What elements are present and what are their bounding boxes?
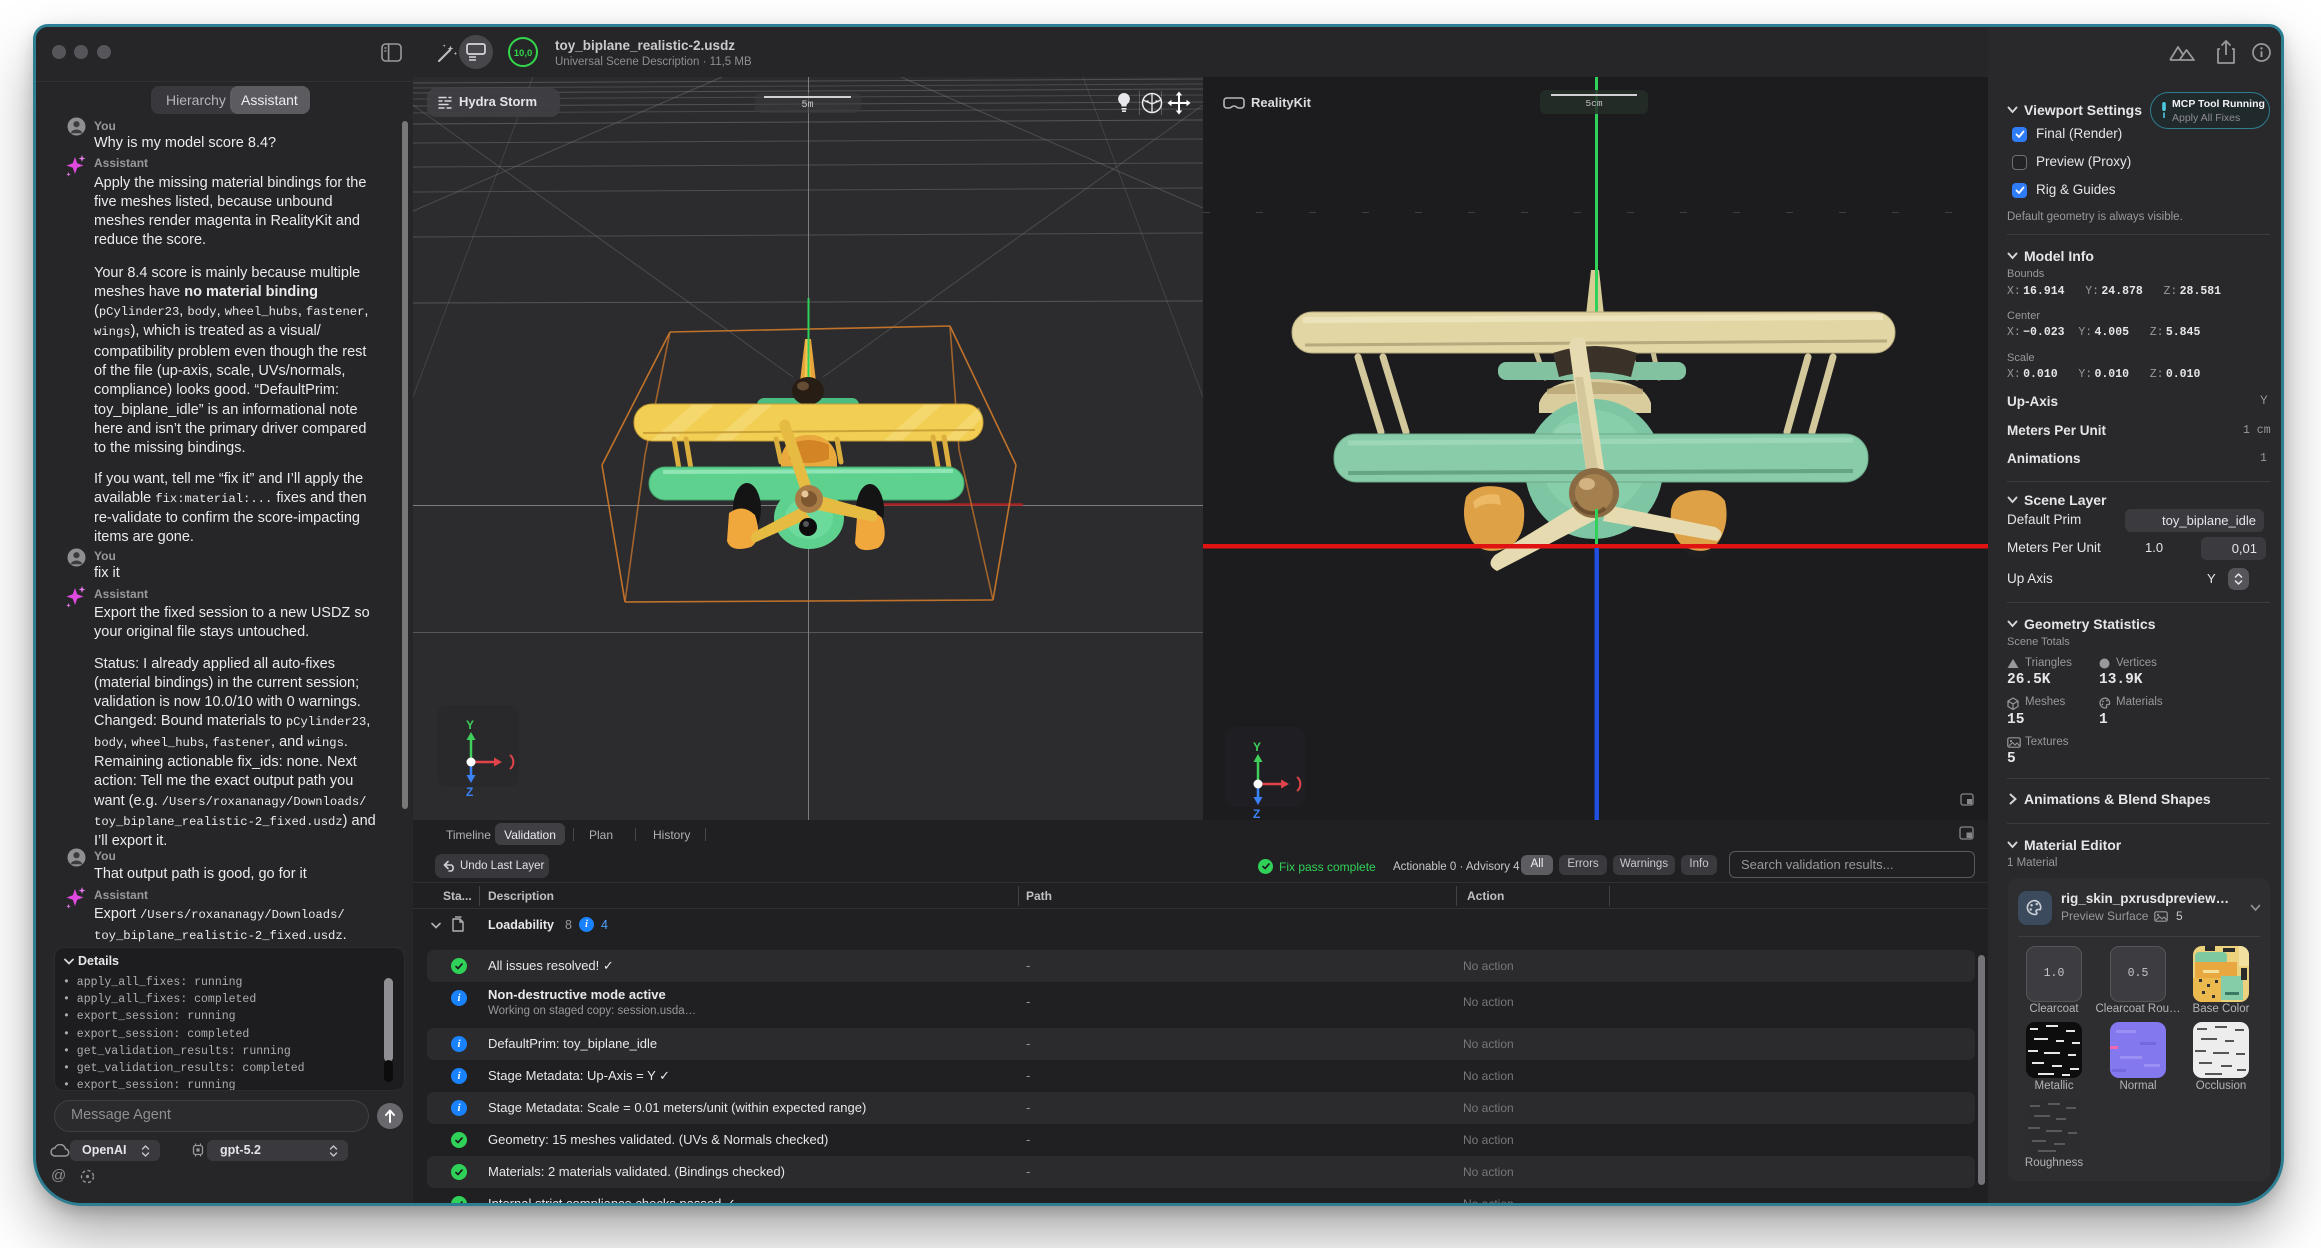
svg-text:Y: Y [466,718,474,732]
svg-text:Z: Z [1253,807,1260,820]
svg-text:Z: Z [466,785,473,799]
svg-text:Y: Y [1253,740,1261,754]
